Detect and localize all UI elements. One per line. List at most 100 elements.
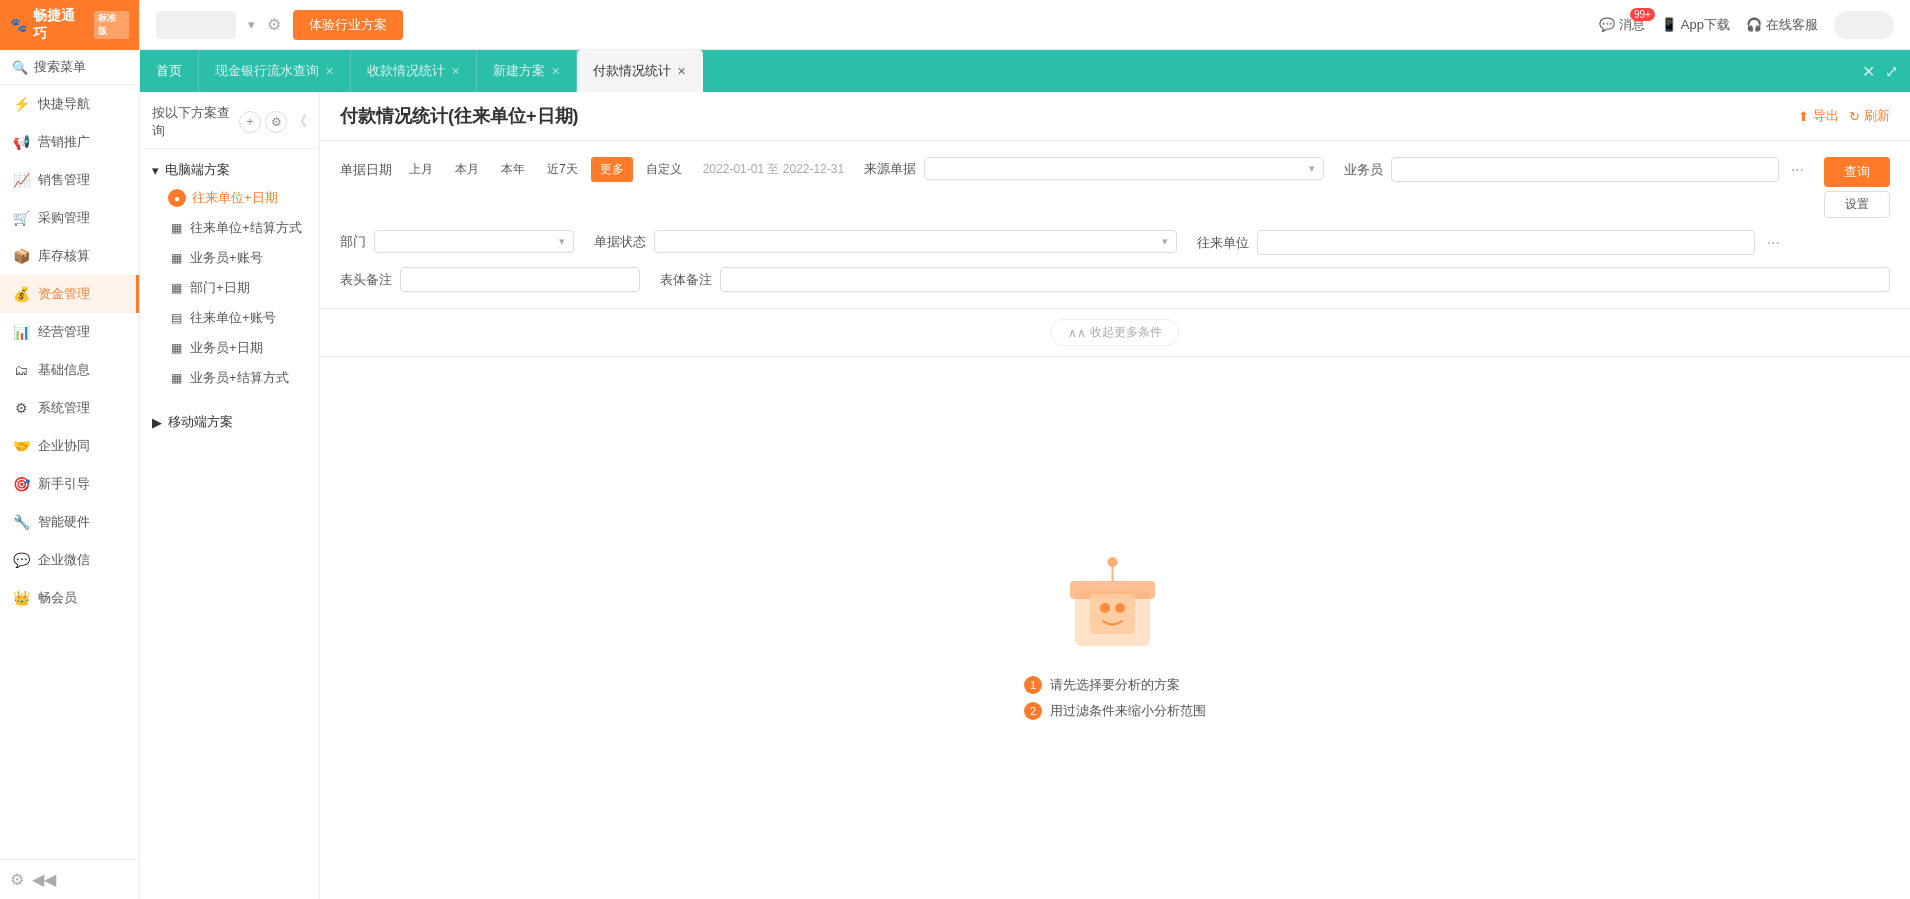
scheme-group-mobile-header[interactable]: ▶ 移动端方案 bbox=[140, 409, 319, 435]
page-header: 付款情况统计(往来单位+日期) ⬆ 导出 ↻ 刷新 bbox=[320, 92, 1910, 141]
search-menu[interactable]: 🔍 搜索菜单 bbox=[0, 50, 139, 85]
sidebar-item-capital[interactable]: 💰 资金管理 bbox=[0, 275, 139, 313]
filter-table-body-note-input[interactable] bbox=[720, 267, 1890, 292]
sidebar-item-quick-nav[interactable]: ⚡ 快捷导航 bbox=[0, 85, 139, 123]
page-title: 付款情况统计(往来单位+日期) bbox=[340, 104, 1798, 128]
app-download-btn[interactable]: 📱 App下载 bbox=[1661, 16, 1730, 34]
filter-table-body-note-label: 表体备注 bbox=[660, 271, 712, 289]
filter-doc-status-arrow-icon: ▾ bbox=[1162, 235, 1168, 248]
date-option-last-7[interactable]: 近7天 bbox=[538, 157, 587, 182]
sidebar-item-inventory[interactable]: 📦 库存核算 bbox=[0, 237, 139, 275]
main-content: ▾ ⚙ 体验行业方案 💬 消息 99+ 📱 App下载 🎧 在线客服 首页 bbox=[140, 0, 1910, 899]
scheme-group-desktop-header[interactable]: ▾ 电脑端方案 bbox=[140, 157, 319, 183]
tab-cashflow[interactable]: 现金银行流水查询 ✕ bbox=[199, 50, 351, 92]
sidebar-item-system[interactable]: ⚙ 系统管理 bbox=[0, 389, 139, 427]
sidebar-item-label: 快捷导航 bbox=[38, 95, 90, 113]
scheme-item-partner-settle-label: 往来单位+结算方式 bbox=[190, 219, 302, 237]
tab-new-scheme-label: 新建方案 bbox=[493, 62, 545, 80]
filter-salesman-item: 业务员 ··· bbox=[1344, 157, 1804, 182]
hardware-icon: 🔧 bbox=[12, 513, 30, 531]
notification-btn[interactable]: 💬 消息 99+ bbox=[1599, 16, 1645, 34]
wechat-icon: 💬 bbox=[12, 551, 30, 569]
empty-state: 1 请先选择要分析的方案 2 用过滤条件来缩小分析范围 bbox=[320, 357, 1910, 899]
filter-partner-input[interactable] bbox=[1257, 230, 1755, 255]
trial-btn[interactable]: 体验行业方案 bbox=[293, 10, 403, 40]
scheme-item-salesman-date[interactable]: ▦ 业务员+日期 bbox=[140, 333, 319, 363]
date-option-custom[interactable]: 自定义 bbox=[637, 157, 691, 182]
online-service-btn[interactable]: 🎧 在线客服 bbox=[1746, 16, 1818, 34]
empty-tip-2: 2 用过滤条件来缩小分析范围 bbox=[1024, 702, 1206, 720]
collapse-more-btn[interactable]: ∧∧ 收起更多条件 bbox=[1051, 319, 1179, 346]
svg-rect-2 bbox=[1090, 594, 1135, 634]
tab-receipt-stats[interactable]: 收款情况统计 ✕ bbox=[351, 50, 477, 92]
filter-table-header-note-input[interactable] bbox=[400, 267, 640, 292]
filter-salesman-dots[interactable]: ··· bbox=[1791, 161, 1804, 179]
refresh-btn[interactable]: ↻ 刷新 bbox=[1849, 107, 1890, 125]
main-area: 付款情况统计(往来单位+日期) ⬆ 导出 ↻ 刷新 bbox=[320, 92, 1910, 899]
member-icon: 👑 bbox=[12, 589, 30, 607]
logo-badge: 标准版 bbox=[94, 11, 129, 39]
scheme-item-salesman-settle[interactable]: ▦ 业务员+结算方式 bbox=[140, 363, 319, 393]
tab-new-scheme[interactable]: 新建方案 ✕ bbox=[477, 50, 577, 92]
sidebar-item-sales[interactable]: 📈 销售管理 bbox=[0, 161, 139, 199]
date-option-this-month[interactable]: 本月 bbox=[446, 157, 488, 182]
tab-home[interactable]: 首页 bbox=[140, 50, 199, 92]
scheme-group-mobile-chevron: ▶ bbox=[152, 415, 162, 430]
sidebar-item-guide[interactable]: 🎯 新手引导 bbox=[0, 465, 139, 503]
filter-date-item: 单据日期 上月 本月 本年 近7天 更多 自定义 2022-01-01 至 20… bbox=[340, 157, 844, 182]
refresh-icon: ↻ bbox=[1849, 109, 1860, 124]
date-option-this-year[interactable]: 本年 bbox=[492, 157, 534, 182]
scheme-item-dept-date[interactable]: ▦ 部门+日期 bbox=[140, 273, 319, 303]
sidebar-item-wechat[interactable]: 💬 企业微信 bbox=[0, 541, 139, 579]
tab-payment-stats[interactable]: 付款情况统计 ✕ bbox=[577, 50, 703, 92]
sidebar-settings-icon[interactable]: ⚙ bbox=[10, 870, 24, 889]
tab-close-all-icon[interactable]: ✕ bbox=[1862, 62, 1875, 81]
sidebar-item-purchase[interactable]: 🛒 采购管理 bbox=[0, 199, 139, 237]
scheme-item-table-icon: ▦ bbox=[168, 220, 184, 236]
purchase-icon: 🛒 bbox=[12, 209, 30, 227]
sidebar-bottom: ⚙ ◀◀ bbox=[0, 859, 139, 899]
filter-partner-dots[interactable]: ··· bbox=[1767, 234, 1780, 252]
tab-new-scheme-close-icon[interactable]: ✕ bbox=[551, 65, 560, 78]
settings-icon[interactable]: ⚙ bbox=[267, 15, 281, 34]
guide-icon: 🎯 bbox=[12, 475, 30, 493]
sidebar-item-management[interactable]: 📊 经营管理 bbox=[0, 313, 139, 351]
export-btn[interactable]: ⬆ 导出 bbox=[1798, 107, 1839, 125]
scheme-settings-btn[interactable]: ⚙ bbox=[265, 111, 287, 133]
query-btn[interactable]: 查询 bbox=[1824, 157, 1890, 187]
inventory-icon: 📦 bbox=[12, 247, 30, 265]
scheme-item-partner-account[interactable]: ▤ 往来单位+账号 bbox=[140, 303, 319, 333]
scheme-add-btn[interactable]: + bbox=[239, 111, 261, 133]
page-actions: ⬆ 导出 ↻ 刷新 bbox=[1798, 107, 1890, 125]
scheme-item-active-icon: ● bbox=[168, 189, 186, 207]
tab-payment-stats-close-icon[interactable]: ✕ bbox=[677, 65, 686, 78]
filter-source-doc-select[interactable]: ▾ bbox=[924, 157, 1324, 180]
scheme-item-partner-settle[interactable]: ▦ 往来单位+结算方式 bbox=[140, 213, 319, 243]
scheme-group-mobile: ▶ 移动端方案 bbox=[140, 401, 319, 443]
filter-settings-btn[interactable]: 设置 bbox=[1824, 191, 1890, 218]
date-option-more[interactable]: 更多 bbox=[591, 157, 633, 182]
empty-tip-1: 1 请先选择要分析的方案 bbox=[1024, 676, 1206, 694]
tab-receipt-stats-close-icon[interactable]: ✕ bbox=[451, 65, 460, 78]
sidebar-item-corp[interactable]: 🤝 企业协同 bbox=[0, 427, 139, 465]
sidebar-item-basic-info[interactable]: 🗂 基础信息 bbox=[0, 351, 139, 389]
sidebar-collapse-icon[interactable]: ◀◀ bbox=[32, 870, 56, 889]
sidebar-item-marketing[interactable]: 📢 营销推广 bbox=[0, 123, 139, 161]
scheme-collapse-btn[interactable]: 《 bbox=[293, 113, 307, 131]
tab-cashflow-close-icon[interactable]: ✕ bbox=[325, 65, 334, 78]
tab-expand-icon[interactable]: ⤢ bbox=[1885, 62, 1898, 81]
user-avatar[interactable] bbox=[1834, 11, 1894, 39]
scheme-item-partner-date[interactable]: ● 往来单位+日期 bbox=[140, 183, 319, 213]
filter-doc-status-select[interactable]: ▾ bbox=[654, 230, 1177, 253]
sidebar-item-member[interactable]: 👑 畅会员 bbox=[0, 579, 139, 617]
scheme-item-salesman-account[interactable]: ▦ 业务员+账号 bbox=[140, 243, 319, 273]
date-option-last-month[interactable]: 上月 bbox=[400, 157, 442, 182]
company-dropdown-icon[interactable]: ▾ bbox=[248, 17, 255, 32]
filter-date-options: 上月 本月 本年 近7天 更多 自定义 bbox=[400, 157, 691, 182]
filter-dept-select[interactable]: ▾ bbox=[374, 230, 574, 253]
sidebar-item-label: 营销推广 bbox=[38, 133, 90, 151]
filter-right-actions: 查询 设置 bbox=[1824, 157, 1890, 218]
sidebar-item-hardware[interactable]: 🔧 智能硬件 bbox=[0, 503, 139, 541]
filter-salesman-input[interactable] bbox=[1391, 157, 1779, 182]
sidebar-item-label: 畅会员 bbox=[38, 589, 77, 607]
